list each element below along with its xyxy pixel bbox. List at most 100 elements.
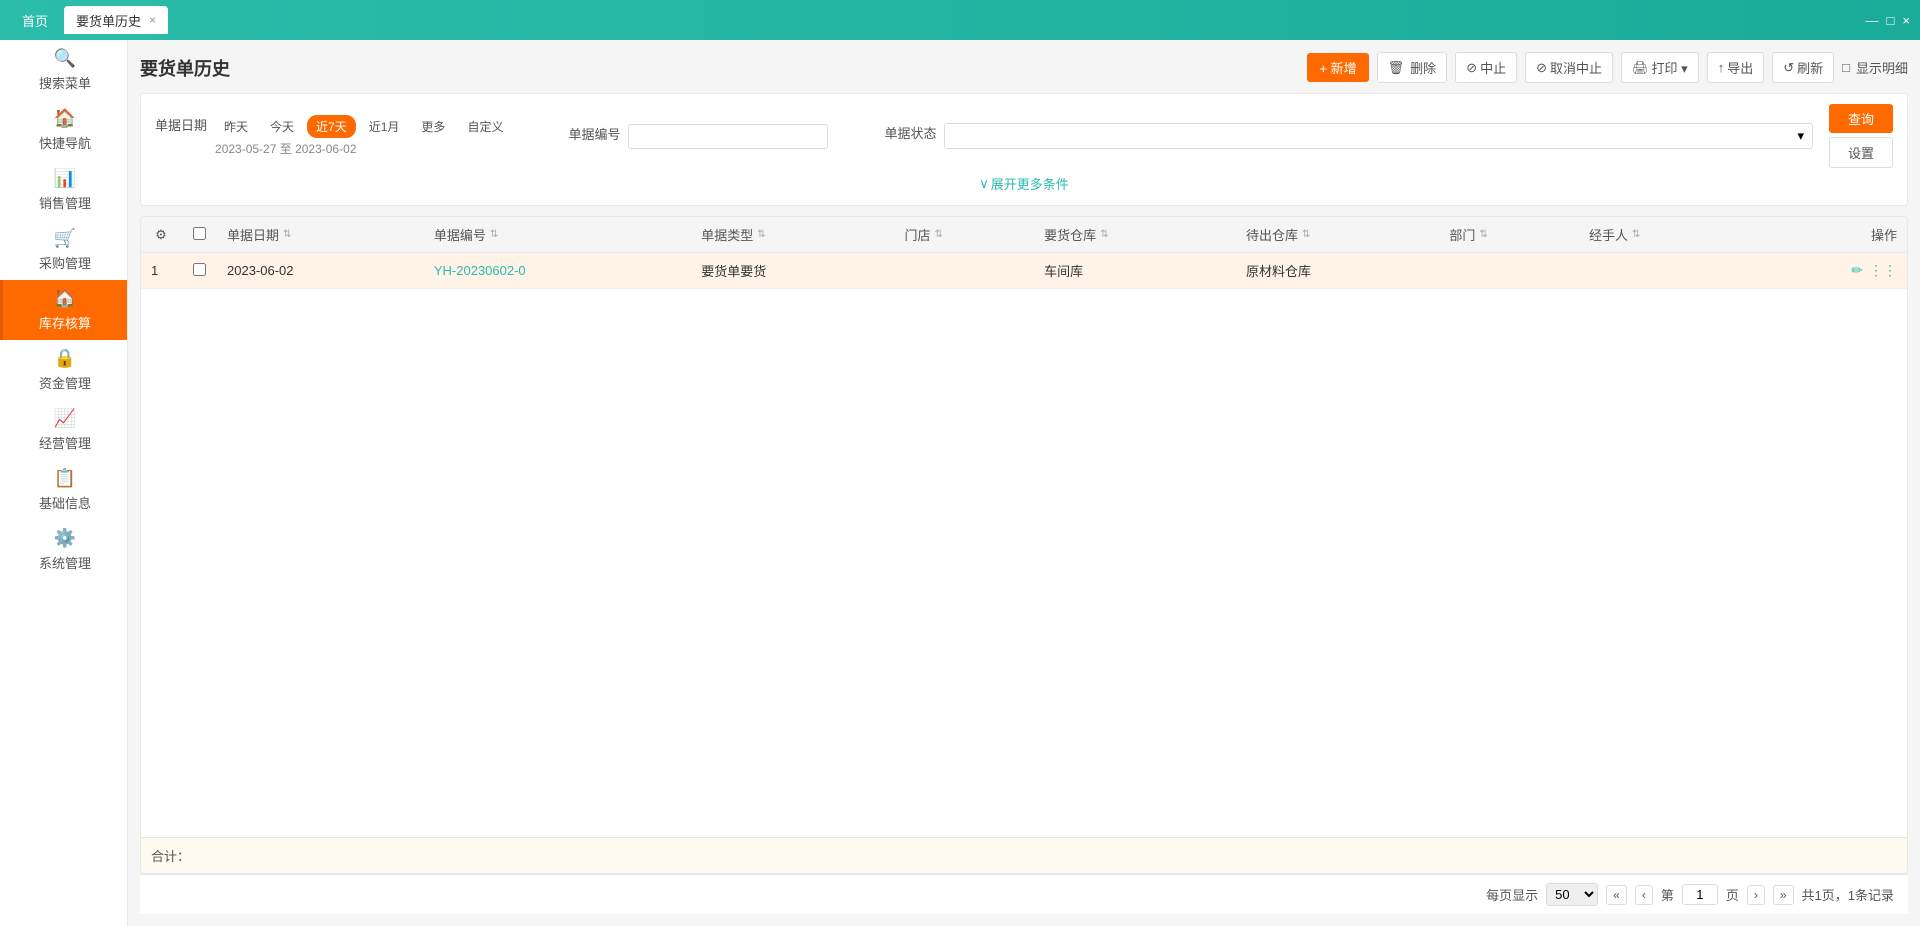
sidebar-item-system[interactable]: ⚙️ 系统管理	[0, 520, 127, 580]
th-doc-type-label: 单据类型	[701, 225, 753, 244]
prev-page-btn[interactable]: ‹	[1635, 885, 1653, 905]
page-number-input[interactable]	[1682, 884, 1718, 905]
sidebar-item-inventory-label: 库存核算	[39, 313, 91, 332]
new-button[interactable]: + 新增	[1307, 53, 1368, 82]
inventory-icon: 🏠	[54, 288, 76, 309]
tab-purchase-history[interactable]: 要货单历史 ×	[64, 6, 168, 34]
th-doc-date: 单据日期 ⇅	[217, 217, 424, 253]
main-layout: 🔍 搜索菜单 🏠 快捷导航 📊 销售管理 🛒 采购管理 🏠 库存核算 🔒 资金管…	[0, 40, 1920, 926]
chip-today[interactable]: 今天	[261, 115, 303, 138]
expand-more-conditions-button[interactable]: ∨ 展开更多条件	[979, 174, 1069, 193]
row-checkbox-cell[interactable]	[181, 253, 217, 289]
sidebar-item-base-info[interactable]: 📋 基础信息	[0, 460, 127, 520]
system-icon: ⚙️	[54, 528, 76, 549]
sidebar-item-search-menu[interactable]: 🔍 搜索菜单	[0, 40, 127, 100]
page-unit: 页	[1726, 885, 1739, 904]
next-page-btn[interactable]: ›	[1747, 885, 1765, 905]
doc-number-filter-section: 单据编号	[568, 124, 828, 149]
page-label: 第	[1661, 885, 1674, 904]
gear-header[interactable]: ⚙	[141, 217, 181, 253]
delete-button[interactable]: 🗑 🗑 删除 删除	[1377, 52, 1448, 83]
finance-icon: 🔒	[54, 348, 76, 369]
refresh-button[interactable]: ↺ 刷新	[1772, 52, 1834, 83]
export-button[interactable]: ↑ 导出	[1707, 52, 1765, 83]
sales-icon: 📊	[54, 168, 76, 189]
settings-button[interactable]: 设置	[1829, 137, 1893, 168]
more-icon[interactable]: ⋮⋮	[1869, 262, 1897, 279]
window-maximize[interactable]: □	[1887, 13, 1895, 28]
stop-button[interactable]: ⊘ 中止	[1455, 52, 1517, 83]
th-store: 门店 ⇅	[895, 217, 1035, 253]
sidebar-item-finance[interactable]: 🔒 资金管理	[0, 340, 127, 400]
select-all-checkbox[interactable]	[193, 227, 206, 240]
row-doc-number[interactable]: YH-20230602-0	[424, 253, 691, 289]
purchase-icon: 🛒	[54, 228, 76, 249]
sort-req-warehouse-icon[interactable]: ⇅	[1100, 229, 1108, 240]
doc-status-label: 单据状态	[884, 123, 936, 142]
page-title: 要货单历史	[140, 55, 1307, 81]
first-page-btn[interactable]: «	[1606, 885, 1627, 905]
sidebar-item-purchase-label: 采购管理	[39, 253, 91, 272]
sidebar-item-sales-label: 销售管理	[39, 193, 91, 212]
checkbox-icon: □	[1842, 60, 1850, 75]
row-checkbox[interactable]	[193, 263, 206, 276]
doc-number-input[interactable]	[628, 124, 828, 149]
date-range-text: 2023-05-27 至 2023-06-02	[215, 140, 512, 157]
sort-store-icon[interactable]: ⇅	[935, 229, 943, 240]
th-department-label: 部门	[1449, 225, 1475, 244]
sort-pending-warehouse-icon[interactable]: ⇅	[1302, 229, 1310, 240]
chip-yesterday[interactable]: 昨天	[215, 115, 257, 138]
sidebar-item-finance-label: 资金管理	[39, 373, 91, 392]
date-filter-label: 单据日期	[155, 115, 207, 134]
chevron-down-icon: ▾	[1797, 128, 1804, 144]
sort-handler-icon[interactable]: ⇅	[1632, 229, 1640, 240]
row-store	[895, 253, 1035, 289]
row-index: 1	[141, 253, 181, 289]
cancel-stop-button[interactable]: ⊘ 取消中止	[1525, 52, 1613, 83]
th-actions-label: 操作	[1871, 228, 1897, 243]
row-pending-warehouse: 原材料仓库	[1236, 253, 1439, 289]
table-empty-space	[141, 289, 1907, 837]
print-button[interactable]: 🖨 打印 ▾	[1621, 52, 1699, 83]
search-menu-icon: 🔍	[54, 48, 76, 69]
window-close[interactable]: ×	[1902, 13, 1910, 28]
sidebar-item-quick-nav-label: 快捷导航	[39, 133, 91, 152]
th-handler: 经手人 ⇅	[1579, 217, 1750, 253]
last-page-btn[interactable]: »	[1773, 885, 1794, 905]
page-header: 要货单历史 + 新增 🗑 🗑 删除 删除 ⊘ 中止 ⊘ 取消中止 🖨	[140, 52, 1908, 83]
doc-number-link[interactable]: YH-20230602-0	[434, 263, 526, 278]
chip-more[interactable]: 更多	[412, 115, 454, 138]
sidebar-item-sales[interactable]: 📊 销售管理	[0, 160, 127, 220]
action-icons: ✏ ⋮⋮	[1760, 262, 1897, 279]
edit-icon[interactable]: ✏	[1851, 262, 1863, 279]
refresh-icon: ↺	[1783, 60, 1794, 76]
sidebar-item-inventory[interactable]: 🏠 库存核算	[0, 280, 127, 340]
chip-last7days[interactable]: 近7天	[307, 115, 356, 138]
th-department: 部门 ⇅	[1439, 217, 1579, 253]
chip-custom[interactable]: 自定义	[458, 115, 512, 138]
top-bar: 首页 要货单历史 × — □ ×	[0, 0, 1920, 40]
filter-row: 单据日期 昨天 今天 近7天 近1月 更多 自定义 2023-05-27 至 2…	[155, 104, 1893, 168]
page-size-select[interactable]: 50 100 200	[1546, 883, 1598, 906]
sidebar-item-purchase[interactable]: 🛒 采购管理	[0, 220, 127, 280]
tab-home[interactable]: 首页	[10, 6, 60, 34]
doc-status-select[interactable]: ▾	[944, 123, 1813, 149]
expand-icon: ∨	[979, 176, 989, 192]
sort-doc-type-icon[interactable]: ⇅	[757, 229, 765, 240]
window-minimize[interactable]: —	[1866, 13, 1879, 28]
sort-department-icon[interactable]: ⇅	[1479, 229, 1487, 240]
display-detail-button[interactable]: □ □ 显示明细 显示明细	[1842, 58, 1908, 77]
sort-doc-number-icon[interactable]: ⇅	[490, 229, 498, 240]
sidebar-item-system-label: 系统管理	[39, 553, 91, 572]
checkbox-header[interactable]	[181, 217, 217, 253]
sort-doc-date-icon[interactable]: ⇅	[283, 229, 291, 240]
th-store-label: 门店	[905, 225, 931, 244]
tab-close-icon[interactable]: ×	[149, 13, 156, 27]
doc-number-label: 单据编号	[568, 124, 620, 143]
query-button[interactable]: 查询	[1829, 104, 1893, 133]
chip-last1month[interactable]: 近1月	[360, 115, 409, 138]
header-row: ⚙ 单据日期 ⇅ 单据编号	[141, 217, 1907, 253]
pagination-bar: 每页显示 50 100 200 « ‹ 第 页 › » 共1页，1条记录	[140, 874, 1908, 914]
sidebar-item-operations[interactable]: 📈 经营管理	[0, 400, 127, 460]
sidebar-item-quick-nav[interactable]: 🏠 快捷导航	[0, 100, 127, 160]
